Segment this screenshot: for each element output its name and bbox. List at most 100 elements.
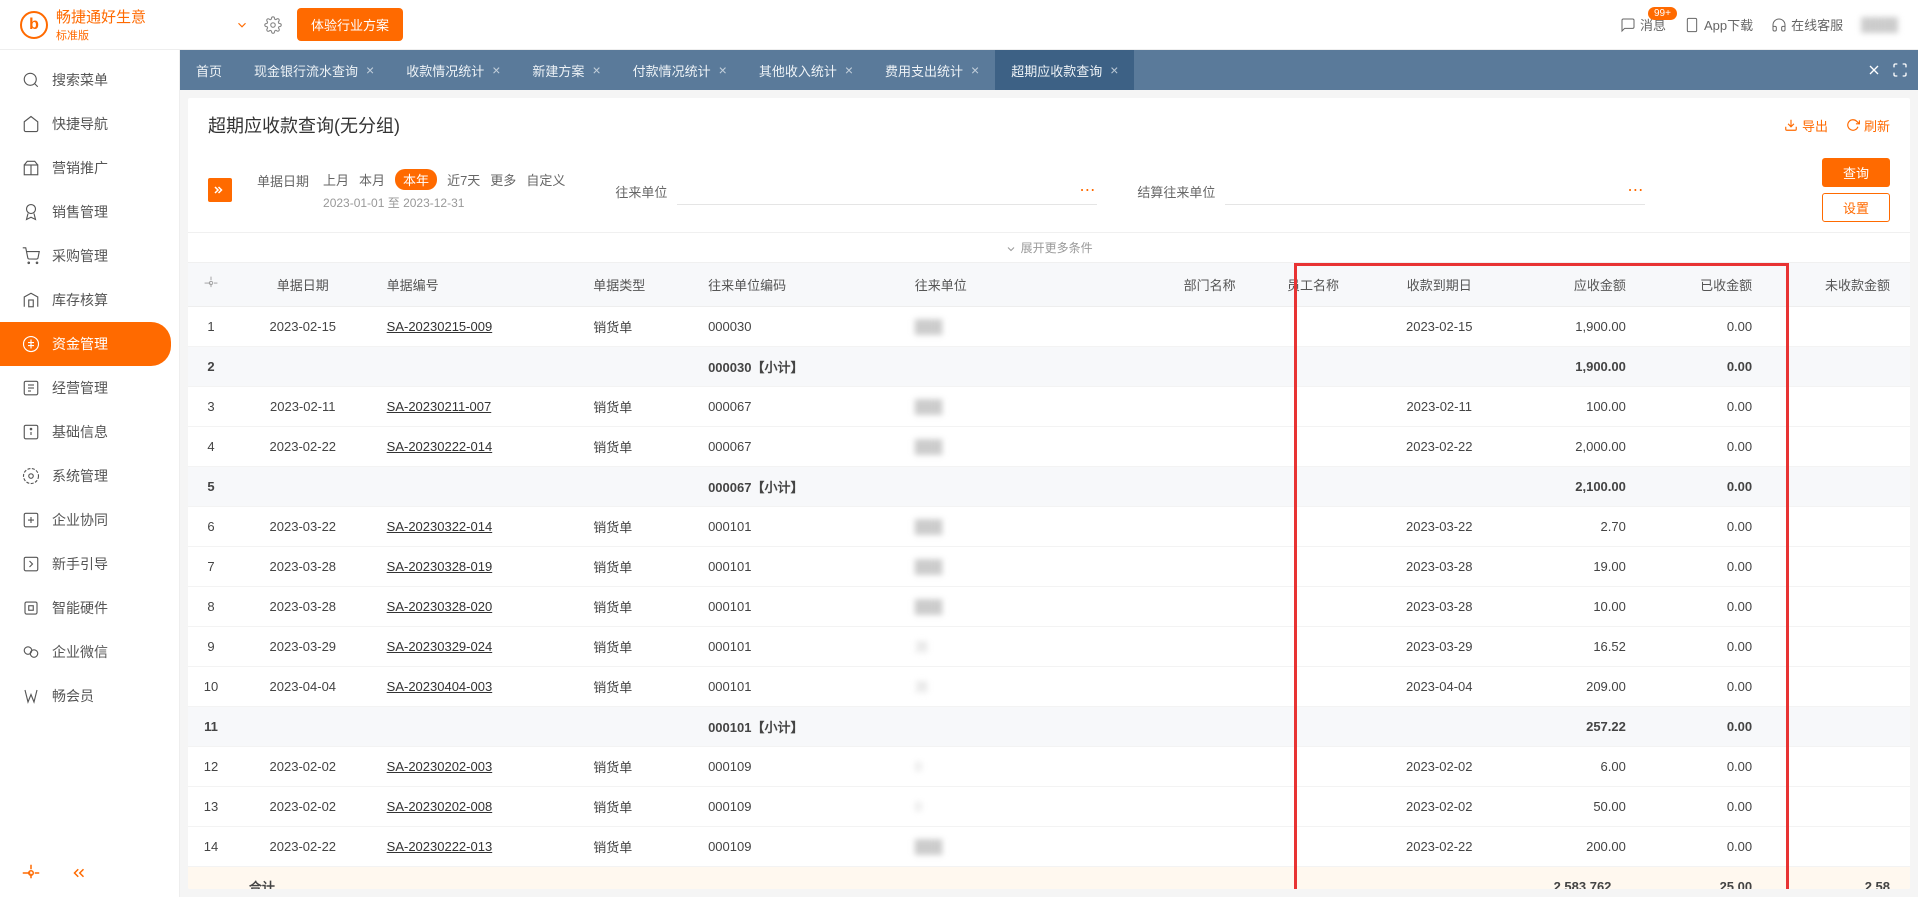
docnum-link[interactable]: SA-20230222-014 (387, 439, 493, 454)
unit-more-button[interactable]: ⋯ (1079, 180, 1097, 200)
sidebar-item-home[interactable]: 快捷导航 (0, 102, 179, 146)
tab-label: 费用支出统计 (885, 61, 963, 80)
tab-5[interactable]: 其他收入统计× (743, 50, 869, 90)
sidebar-item-collab[interactable]: 企业协同 (0, 498, 179, 542)
date-preset-5[interactable]: 自定义 (526, 170, 565, 189)
sidebar-item-hardware[interactable]: 智能硬件 (0, 586, 179, 630)
docnum-link[interactable]: SA-20230222-013 (387, 839, 493, 854)
tab-7[interactable]: 超期应收款查询× (995, 50, 1134, 90)
chevron-down-icon[interactable] (235, 18, 249, 32)
table-row: 122023-02-02SA-20230202-003销货单0001090202… (188, 747, 1910, 787)
settings-icon[interactable] (22, 864, 40, 882)
close-all-tabs-icon[interactable] (1866, 62, 1882, 78)
table-header-emp: 员工名称 (1267, 263, 1359, 307)
sidebar-item-cart[interactable]: 采购管理 (0, 234, 179, 278)
company-selector[interactable] (220, 16, 282, 34)
tabs-bar: 首页现金银行流水查询×收款情况统计×新建方案×付款情况统计×其他收入统计×费用支… (180, 50, 1918, 90)
table-row: 32023-02-11SA-20230211-007销货单000067███20… (188, 387, 1910, 427)
date-range-text: 2023-01-01 至 2023-12-31 (323, 194, 565, 211)
fullscreen-icon[interactable] (1892, 62, 1908, 78)
docnum-link[interactable]: SA-20230328-020 (387, 599, 493, 614)
table-header-unreceived: 未收款金额 (1772, 263, 1910, 307)
logo-text: 畅捷通好生意 (56, 6, 146, 27)
table-row: 62023-03-22SA-20230322-014销货单000101███20… (188, 507, 1910, 547)
sidebar-item-label: 智能硬件 (52, 598, 108, 618)
tab-close-icon[interactable]: × (971, 62, 979, 78)
tab-1[interactable]: 现金银行流水查询× (238, 50, 390, 90)
collapse-sidebar-icon[interactable] (70, 864, 88, 882)
table-row: 11000101【小计】257.220.00 (188, 707, 1910, 747)
docnum-link[interactable]: SA-20230329-024 (387, 639, 493, 654)
industry-solution-button[interactable]: 体验行业方案 (297, 8, 403, 41)
table-row: 2000030【小计】1,900.000.00 (188, 347, 1910, 387)
sidebar-item-guide[interactable]: 新手引导 (0, 542, 179, 586)
collapse-filter-button[interactable] (208, 178, 232, 202)
sidebar-item-info[interactable]: 基础信息 (0, 410, 179, 454)
export-button[interactable]: 导出 (1784, 116, 1828, 135)
sidebar-item-money[interactable]: 资金管理 (0, 322, 171, 366)
tab-4[interactable]: 付款情况统计× (617, 50, 743, 90)
docnum-link[interactable]: SA-20230215-009 (387, 319, 493, 334)
sidebar-item-member[interactable]: 畅会员 (0, 674, 179, 718)
docnum-link[interactable]: SA-20230202-003 (387, 759, 493, 774)
tab-6[interactable]: 费用支出统计 × (869, 50, 995, 90)
date-preset-3[interactable]: 近7天 (447, 170, 480, 189)
filter-bar: 单据日期 上月本月本年近7天更多自定义 2023-01-01 至 2023-12… (188, 148, 1910, 233)
app-download-link[interactable]: App下载 (1684, 15, 1753, 34)
date-filter-group: 单据日期 上月本月本年近7天更多自定义 2023-01-01 至 2023-12… (257, 169, 565, 211)
table-row: 132023-02-02SA-20230202-008销货单0001090202… (188, 787, 1910, 827)
sidebar-item-gift[interactable]: 营销推广 (0, 146, 179, 190)
tab-close-icon[interactable]: × (366, 62, 374, 78)
docnum-link[interactable]: SA-20230211-007 (387, 399, 492, 414)
date-preset-0[interactable]: 上月 (323, 170, 349, 189)
tab-close-icon[interactable]: × (492, 62, 500, 78)
money-icon (22, 335, 40, 353)
sidebar-item-warehouse[interactable]: 库存核算 (0, 278, 179, 322)
sidebar-item-label: 搜索菜单 (52, 70, 108, 90)
sidebar-item-label: 经营管理 (52, 378, 108, 398)
table-header-gear[interactable] (188, 263, 234, 307)
docnum-link[interactable]: SA-20230202-008 (387, 799, 493, 814)
tab-close-icon[interactable]: × (1110, 62, 1118, 78)
table-row: 12023-02-15SA-20230215-009销货单000030███20… (188, 307, 1910, 347)
sidebar-item-label: 企业协同 (52, 510, 108, 530)
settle-unit-more-button[interactable]: ⋯ (1627, 180, 1645, 200)
search-icon (22, 71, 40, 89)
sidebar-item-system[interactable]: 系统管理 (0, 454, 179, 498)
table-row: 142023-02-22SA-20230222-013销货单000109███2… (188, 827, 1910, 867)
user-avatar[interactable]: ████ (1861, 17, 1898, 32)
date-preset-2[interactable]: 本年 (395, 169, 437, 190)
sidebar-item-report[interactable]: 经营管理 (0, 366, 179, 410)
info-icon (22, 423, 40, 441)
docnum-link[interactable]: SA-20230404-003 (387, 679, 493, 694)
date-preset-4[interactable]: 更多 (490, 170, 516, 189)
unit-filter-input[interactable] (677, 182, 1079, 197)
table-row: 72023-03-28SA-20230328-019销货单000101███20… (188, 547, 1910, 587)
gear-icon[interactable] (264, 16, 282, 34)
date-preset-1[interactable]: 本月 (359, 170, 385, 189)
docnum-link[interactable]: SA-20230322-014 (387, 519, 493, 534)
data-table-wrap[interactable]: 单据日期 单据编号 单据类型 往来单位编码 往来单位 部门名称 员工名称 收款到… (188, 263, 1910, 889)
sidebar-item-badge[interactable]: 销售管理 (0, 190, 179, 234)
table-row: 82023-03-28SA-20230328-020销货单000101███20… (188, 587, 1910, 627)
sidebar-item-wechat[interactable]: 企业微信 (0, 630, 179, 674)
docnum-link[interactable]: SA-20230328-019 (387, 559, 493, 574)
tab-close-icon[interactable]: × (592, 62, 600, 78)
setting-button[interactable]: 设置 (1822, 193, 1890, 222)
settle-unit-filter-input[interactable] (1225, 182, 1627, 197)
tab-3[interactable]: 新建方案 × (516, 50, 616, 90)
expand-more-conditions[interactable]: 展开更多条件 (188, 233, 1910, 263)
tab-label: 新建方案 (532, 61, 584, 80)
online-service-link[interactable]: 在线客服 (1771, 15, 1843, 34)
tab-close-icon[interactable]: × (845, 62, 853, 78)
sidebar: 搜索菜单快捷导航营销推广销售管理采购管理库存核算资金管理经营管理基础信息系统管理… (0, 50, 180, 897)
refresh-button[interactable]: 刷新 (1846, 116, 1890, 135)
tab-2[interactable]: 收款情况统计× (390, 50, 516, 90)
query-button[interactable]: 查询 (1822, 158, 1890, 187)
table-row: 42023-02-22SA-20230222-014销货单000067███20… (188, 427, 1910, 467)
sidebar-item-label: 营销推广 (52, 158, 108, 178)
sidebar-item-search[interactable]: 搜索菜单 (0, 58, 179, 102)
tab-0[interactable]: 首页 (180, 50, 238, 90)
sidebar-item-label: 销售管理 (52, 202, 108, 222)
tab-close-icon[interactable]: × (719, 62, 727, 78)
